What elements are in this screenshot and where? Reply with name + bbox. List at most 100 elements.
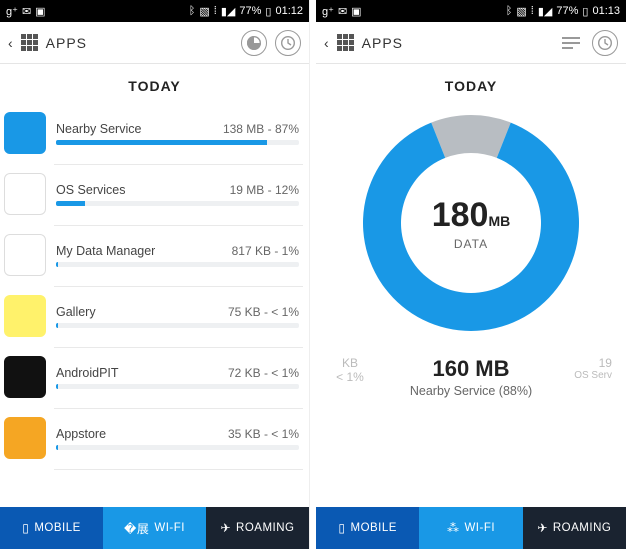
phone-left: g⁺ ✉ ▣ ᛒ ▧ ⁞ ▮◢ 77% ▯ 01:12 ‹ APPS <box>0 0 310 549</box>
section-title: TODAY <box>316 64 626 104</box>
app-icon <box>4 234 46 276</box>
vibrate-off-icon: ▧ <box>516 5 526 18</box>
plane-icon: ✈ <box>220 521 231 535</box>
summary-prev-top: KB <box>330 356 370 370</box>
donut-chart[interactable]: 180MB DATA <box>356 108 586 338</box>
wifi-icon: ⁞ <box>214 5 217 17</box>
back-icon[interactable]: ‹ <box>8 35 13 51</box>
app-main: My Data Manager 817 KB - 1% <box>56 244 299 267</box>
bottom-tabs: ▯ MOBILE ⁂ WI-FI ✈ ROAMING <box>316 507 626 549</box>
summary-next: 19 OS Serv <box>572 356 612 381</box>
app-name: Nearby Service <box>56 122 141 136</box>
battery-text: 77% <box>556 5 578 17</box>
status-right: ᛒ ▧ ⁞ ▮◢ 77% ▯ 01:12 <box>189 5 303 18</box>
grid-icon[interactable] <box>21 34 38 51</box>
app-list[interactable]: Nearby Service 138 MB - 87% OS Services19 … <box>0 104 309 507</box>
page-title: APPS <box>46 35 233 51</box>
phone-icon: ▯ <box>338 521 345 535</box>
usage-bar <box>56 262 299 267</box>
summary-next-bot: OS Serv <box>572 370 612 381</box>
mail-icon: ✉ <box>22 5 31 18</box>
grid-icon[interactable] <box>337 34 354 51</box>
tab-mobile-label: MOBILE <box>34 522 80 534</box>
status-bar: g⁺ ✉ ▣ ᛒ ▧ ⁞ ▮◢ 77% ▯ 01:12 <box>0 0 309 22</box>
app-icon <box>4 356 46 398</box>
tab-roaming-label: ROAMING <box>236 522 294 534</box>
app-row[interactable]: OS Services19 MB - 12% <box>0 165 303 219</box>
section-title: TODAY <box>0 64 309 104</box>
page-title: APPS <box>362 35 550 51</box>
app-usage: 138 MB - 87% <box>223 122 299 136</box>
app-usage: 72 KB - < 1% <box>228 366 299 380</box>
app-row[interactable]: Nearby Service 138 MB - 87% <box>0 104 303 158</box>
vibrate-off-icon: ▧ <box>199 5 209 18</box>
top-bar: ‹ APPS <box>0 22 309 64</box>
tab-mobile[interactable]: ▯ MOBILE <box>0 507 103 549</box>
app-name: AndroidPIT <box>56 366 119 380</box>
summary-prev-bot: < 1% <box>330 370 370 384</box>
app-row[interactable]: Gallery 75 KB - < 1% <box>0 287 303 341</box>
pie-view-button[interactable] <box>241 30 267 56</box>
battery-icon: ▯ <box>265 5 271 18</box>
tab-mobile-label: MOBILE <box>350 522 396 534</box>
tab-wifi-label: WI-FI <box>154 522 185 534</box>
list-icon <box>562 37 580 49</box>
app-name: My Data Manager <box>56 244 155 258</box>
battery-text: 77% <box>239 5 261 17</box>
app-row[interactable]: My Data Manager 817 KB - 1% <box>0 226 303 280</box>
app-usage: 35 KB - < 1% <box>228 427 299 441</box>
tab-roaming[interactable]: ✈ ROAMING <box>206 507 309 549</box>
gplus-icon: g⁺ <box>6 5 18 18</box>
app-row[interactable]: AndroidPIT 72 KB - < 1% <box>0 348 303 402</box>
tab-wifi[interactable]: ⁂ WI-FI <box>419 507 522 549</box>
tab-roaming[interactable]: ✈ ROAMING <box>523 507 626 549</box>
status-left: g⁺ ✉ ▣ <box>322 5 362 18</box>
plane-icon: ✈ <box>537 521 548 535</box>
wifi-tab-icon: �展 <box>124 520 149 537</box>
donut-label: DATA <box>454 237 488 251</box>
app-name: Gallery <box>56 305 96 319</box>
history-button[interactable] <box>592 30 618 56</box>
summary-next-top: 19 <box>572 356 612 370</box>
tab-wifi[interactable]: �展 WI-FI <box>103 507 206 549</box>
tab-roaming-label: ROAMING <box>553 522 611 534</box>
list-view-button[interactable] <box>558 30 584 56</box>
usage-bar <box>56 445 299 450</box>
app-main: OS Services19 MB - 12% <box>56 183 299 206</box>
app-icon <box>4 417 46 459</box>
app-usage: 75 KB - < 1% <box>228 305 299 319</box>
wifi-icon: ⁞ <box>531 5 534 17</box>
status-right: ᛒ ▧ ⁞ ▮◢ 77% ▯ 01:13 <box>506 5 620 18</box>
clock-text: 01:13 <box>592 5 620 17</box>
tab-wifi-label: WI-FI <box>464 522 495 534</box>
usage-bar <box>56 323 299 328</box>
donut-area: 180MB DATA KB < 1% 160 MB Nearby Service… <box>316 104 626 507</box>
image-icon: ▣ <box>351 5 361 18</box>
donut-value: 180 <box>432 196 489 234</box>
battery-icon: ▯ <box>582 5 588 18</box>
app-icon <box>4 112 46 154</box>
tab-mobile[interactable]: ▯ MOBILE <box>316 507 419 549</box>
bluetooth-icon: ᛒ <box>506 5 513 17</box>
mail-icon: ✉ <box>338 5 347 18</box>
donut-center: 180MB DATA <box>356 108 586 338</box>
donut-unit: MB <box>488 213 510 229</box>
back-icon[interactable]: ‹ <box>324 35 329 51</box>
app-icon <box>4 173 46 215</box>
app-row[interactable]: Appstore 35 KB - < 1% <box>0 409 303 463</box>
usage-bar <box>56 140 299 145</box>
summary-row[interactable]: KB < 1% 160 MB Nearby Service (88%) 19 O… <box>326 356 616 398</box>
phone-icon: ▯ <box>22 521 29 535</box>
summary-prev: KB < 1% <box>330 356 370 384</box>
signal-icon: ▮◢ <box>538 5 553 18</box>
summary-value: 160 MB <box>410 356 532 382</box>
app-usage: 817 KB - 1% <box>232 244 299 258</box>
history-button[interactable] <box>275 30 301 56</box>
wifi-tab-icon: ⁂ <box>447 521 460 535</box>
signal-icon: ▮◢ <box>221 5 236 18</box>
app-name: Appstore <box>56 427 106 441</box>
summary-label: Nearby Service (88%) <box>410 384 532 398</box>
status-bar: g⁺ ✉ ▣ ᛒ ▧ ⁞ ▮◢ 77% ▯ 01:13 <box>316 0 626 22</box>
app-main: Gallery 75 KB - < 1% <box>56 305 299 328</box>
app-main: Nearby Service 138 MB - 87% <box>56 122 299 145</box>
